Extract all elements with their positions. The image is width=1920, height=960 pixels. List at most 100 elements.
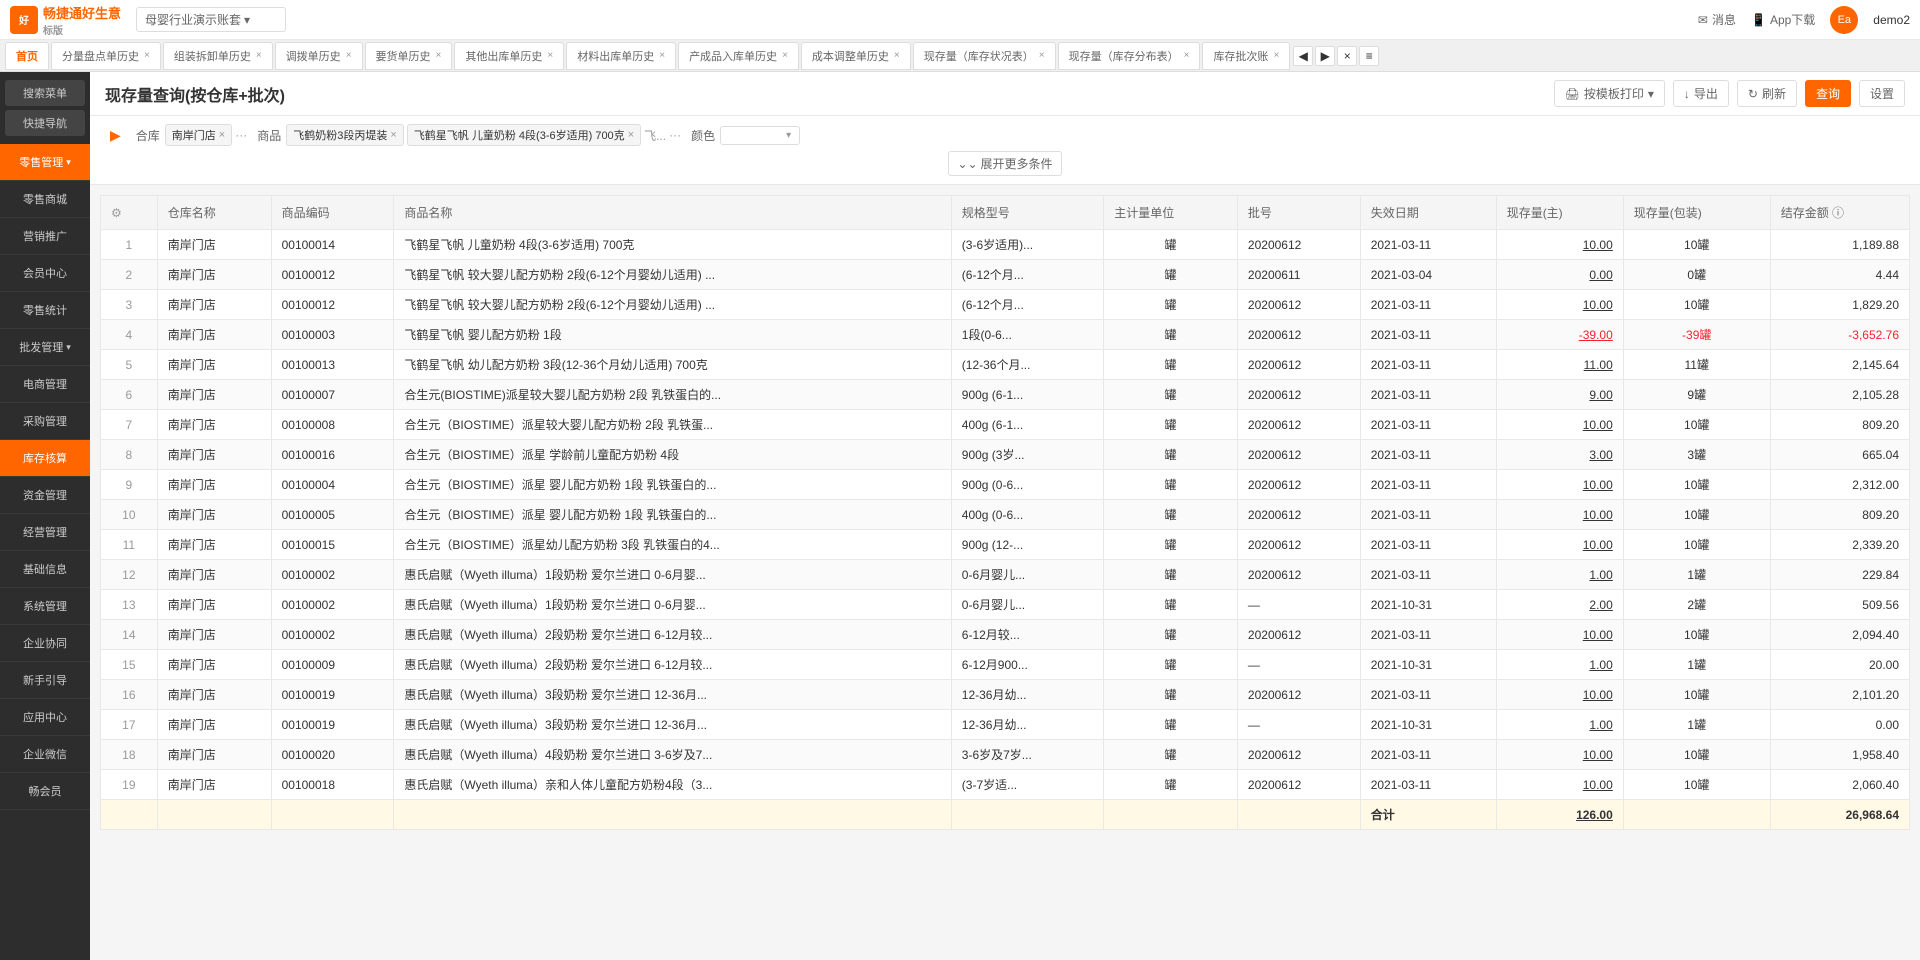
tab-home[interactable]: 首页	[5, 42, 49, 70]
warehouse-tag-nananiandian[interactable]: 南岸门店 ×	[165, 124, 232, 146]
cell-qty-main[interactable]: 10.00	[1496, 680, 1623, 710]
message-btn[interactable]: ✉ 消息	[1698, 11, 1736, 28]
tab-mix[interactable]: 调拨单历史 ×	[275, 42, 363, 70]
tab-demand-close[interactable]: ×	[436, 50, 442, 61]
cell-qty-main[interactable]: 9.00	[1496, 380, 1623, 410]
tab-demand[interactable]: 要货单历史 ×	[365, 42, 453, 70]
cell-qty-main[interactable]: 10.00	[1496, 410, 1623, 440]
app-download-btn[interactable]: 📱 App下载	[1751, 11, 1815, 28]
sidebar-item-enterprise-wechat[interactable]: 企业微信	[0, 736, 90, 773]
cell-qty-main[interactable]: 2.00	[1496, 590, 1623, 620]
sidebar-item-retail-stats[interactable]: 零售统计	[0, 292, 90, 329]
tab-other-out[interactable]: 其他出库单历史 ×	[454, 42, 564, 70]
cell-qty-main[interactable]: 10.00	[1496, 740, 1623, 770]
sidebar-item-operations[interactable]: 经营管理	[0, 514, 90, 551]
refresh-btn[interactable]: ↻ 刷新	[1737, 80, 1797, 107]
sidebar-item-app-center[interactable]: 应用中心	[0, 699, 90, 736]
cell-code: 00100019	[271, 680, 394, 710]
tab-material-out[interactable]: 材料出库单历史 ×	[566, 42, 676, 70]
cell-qty-pack: 10罐	[1623, 740, 1770, 770]
sidebar-item-retail-mgmt[interactable]: 零售管理 ▾	[0, 144, 90, 181]
cell-qty-main[interactable]: 10.00	[1496, 290, 1623, 320]
tab-product-in-close[interactable]: ×	[782, 50, 788, 61]
print-btn[interactable]: 🖨 按模板打印 ▾	[1554, 80, 1665, 107]
tab-menu-btn[interactable]: ≡	[1359, 46, 1379, 66]
tab-batch-close[interactable]: ×	[1273, 50, 1279, 61]
industry-selector[interactable]: 母婴行业演示账套 ▾	[136, 7, 286, 32]
tab-stock-status-close[interactable]: ×	[1039, 50, 1045, 61]
filter-expand-arrow[interactable]: ▶	[105, 127, 126, 144]
cell-warehouse: 南岸门店	[157, 530, 271, 560]
user-initial: Ea	[1838, 14, 1851, 26]
sidebar-item-retail-store[interactable]: 零售商城	[0, 181, 90, 218]
cell-qty-main[interactable]: 1.00	[1496, 650, 1623, 680]
tab-batch[interactable]: 库存批次账 ×	[1202, 42, 1290, 70]
tab-split-close[interactable]: ×	[144, 50, 150, 61]
tab-dismantle-close[interactable]: ×	[256, 50, 262, 61]
cell-qty-main[interactable]: 0.00	[1496, 260, 1623, 290]
tab-material-out-close[interactable]: ×	[659, 50, 665, 61]
sidebar-item-members[interactable]: 会员中心	[0, 255, 90, 292]
sidebar-item-ecommerce[interactable]: 电商管理	[0, 366, 90, 403]
cell-qty-pack: 2罐	[1623, 590, 1770, 620]
product-tag-2[interactable]: 飞鹤星飞帆 儿童奶粉 4段(3-6岁适用) 700克 ×	[407, 124, 641, 146]
cell-spec: 0-6月婴儿...	[951, 560, 1103, 590]
sidebar-item-procurement[interactable]: 采购管理	[0, 403, 90, 440]
tab-cost-close[interactable]: ×	[894, 50, 900, 61]
product-tag-1-close[interactable]: ×	[390, 129, 396, 141]
sidebar-item-basics[interactable]: 基础信息	[0, 551, 90, 588]
sidebar-item-wholesale[interactable]: 批发管理 ▾	[0, 329, 90, 366]
cell-num: 16	[101, 680, 158, 710]
expand-btn[interactable]: ⌄⌄ 展开更多条件	[948, 151, 1061, 176]
export-btn[interactable]: ↓ 导出	[1673, 80, 1729, 107]
color-dropdown-arrow: ▾	[786, 130, 791, 141]
cell-qty-main[interactable]: 1.00	[1496, 560, 1623, 590]
tab-cost[interactable]: 成本调整单历史 ×	[801, 42, 911, 70]
cell-qty-main[interactable]: 10.00	[1496, 770, 1623, 800]
tab-material-out-label: 材料出库单历史	[577, 48, 654, 64]
warehouse-tag-close[interactable]: ×	[219, 129, 225, 141]
cell-qty-main[interactable]: 10.00	[1496, 530, 1623, 560]
cell-qty-main[interactable]: -39.00	[1496, 320, 1623, 350]
cell-qty-main[interactable]: 1.00	[1496, 710, 1623, 740]
product-tag-1[interactable]: 飞鹤奶粉3段丙堤装 ×	[286, 124, 404, 146]
sidebar-item-onboarding[interactable]: 新手引导	[0, 662, 90, 699]
color-selector[interactable]: ▾	[720, 126, 800, 145]
sidebar-item-enterprise[interactable]: 企业协同	[0, 625, 90, 662]
cell-num: 5	[101, 350, 158, 380]
message-label: 消息	[1712, 11, 1736, 28]
product-tag-2-close[interactable]: ×	[628, 129, 634, 141]
sidebar-item-vip[interactable]: 畅会员	[0, 773, 90, 810]
cell-qty-main[interactable]: 10.00	[1496, 470, 1623, 500]
cell-unit: 罐	[1104, 350, 1238, 380]
settings-btn[interactable]: 设置	[1859, 80, 1905, 107]
cell-warehouse: 南岸门店	[157, 440, 271, 470]
tab-stock-dist-close[interactable]: ×	[1184, 50, 1190, 61]
tab-stock-dist[interactable]: 现存量（库存分布表） ×	[1058, 42, 1201, 70]
search-menu-btn[interactable]: 搜索菜单	[5, 80, 85, 106]
query-btn[interactable]: 查询	[1805, 80, 1851, 107]
quick-nav-btn[interactable]: 快捷导航	[5, 110, 85, 136]
avatar[interactable]: Ea	[1830, 6, 1858, 34]
cell-qty-main[interactable]: 11.00	[1496, 350, 1623, 380]
total-qty-main[interactable]: 126.00	[1496, 800, 1623, 830]
sidebar-item-finance[interactable]: 资金管理	[0, 477, 90, 514]
tab-product-in[interactable]: 产成品入库单历史 ×	[678, 42, 799, 70]
tab-close-btn[interactable]: ×	[1337, 46, 1357, 66]
tab-prev-btn[interactable]: ◀	[1293, 46, 1313, 66]
sidebar-item-inventory[interactable]: 库存核算	[0, 440, 90, 477]
tab-split[interactable]: 分量盘点单历史 ×	[51, 42, 161, 70]
col-settings[interactable]: ⚙	[101, 196, 158, 230]
sidebar-item-marketing[interactable]: 营销推广	[0, 218, 90, 255]
cell-qty-main[interactable]: 10.00	[1496, 230, 1623, 260]
tab-stock-status[interactable]: 现存量（库存状况表） ×	[913, 42, 1056, 70]
tab-dismantle[interactable]: 组装拆卸单历史 ×	[163, 42, 273, 70]
tab-next-btn[interactable]: ▶	[1315, 46, 1335, 66]
tab-other-out-close[interactable]: ×	[547, 50, 553, 61]
sidebar-item-system[interactable]: 系统管理	[0, 588, 90, 625]
tab-mix-close[interactable]: ×	[346, 50, 352, 61]
cell-qty-pack: 10罐	[1623, 680, 1770, 710]
cell-qty-main[interactable]: 10.00	[1496, 500, 1623, 530]
cell-qty-main[interactable]: 3.00	[1496, 440, 1623, 470]
cell-qty-main[interactable]: 10.00	[1496, 620, 1623, 650]
